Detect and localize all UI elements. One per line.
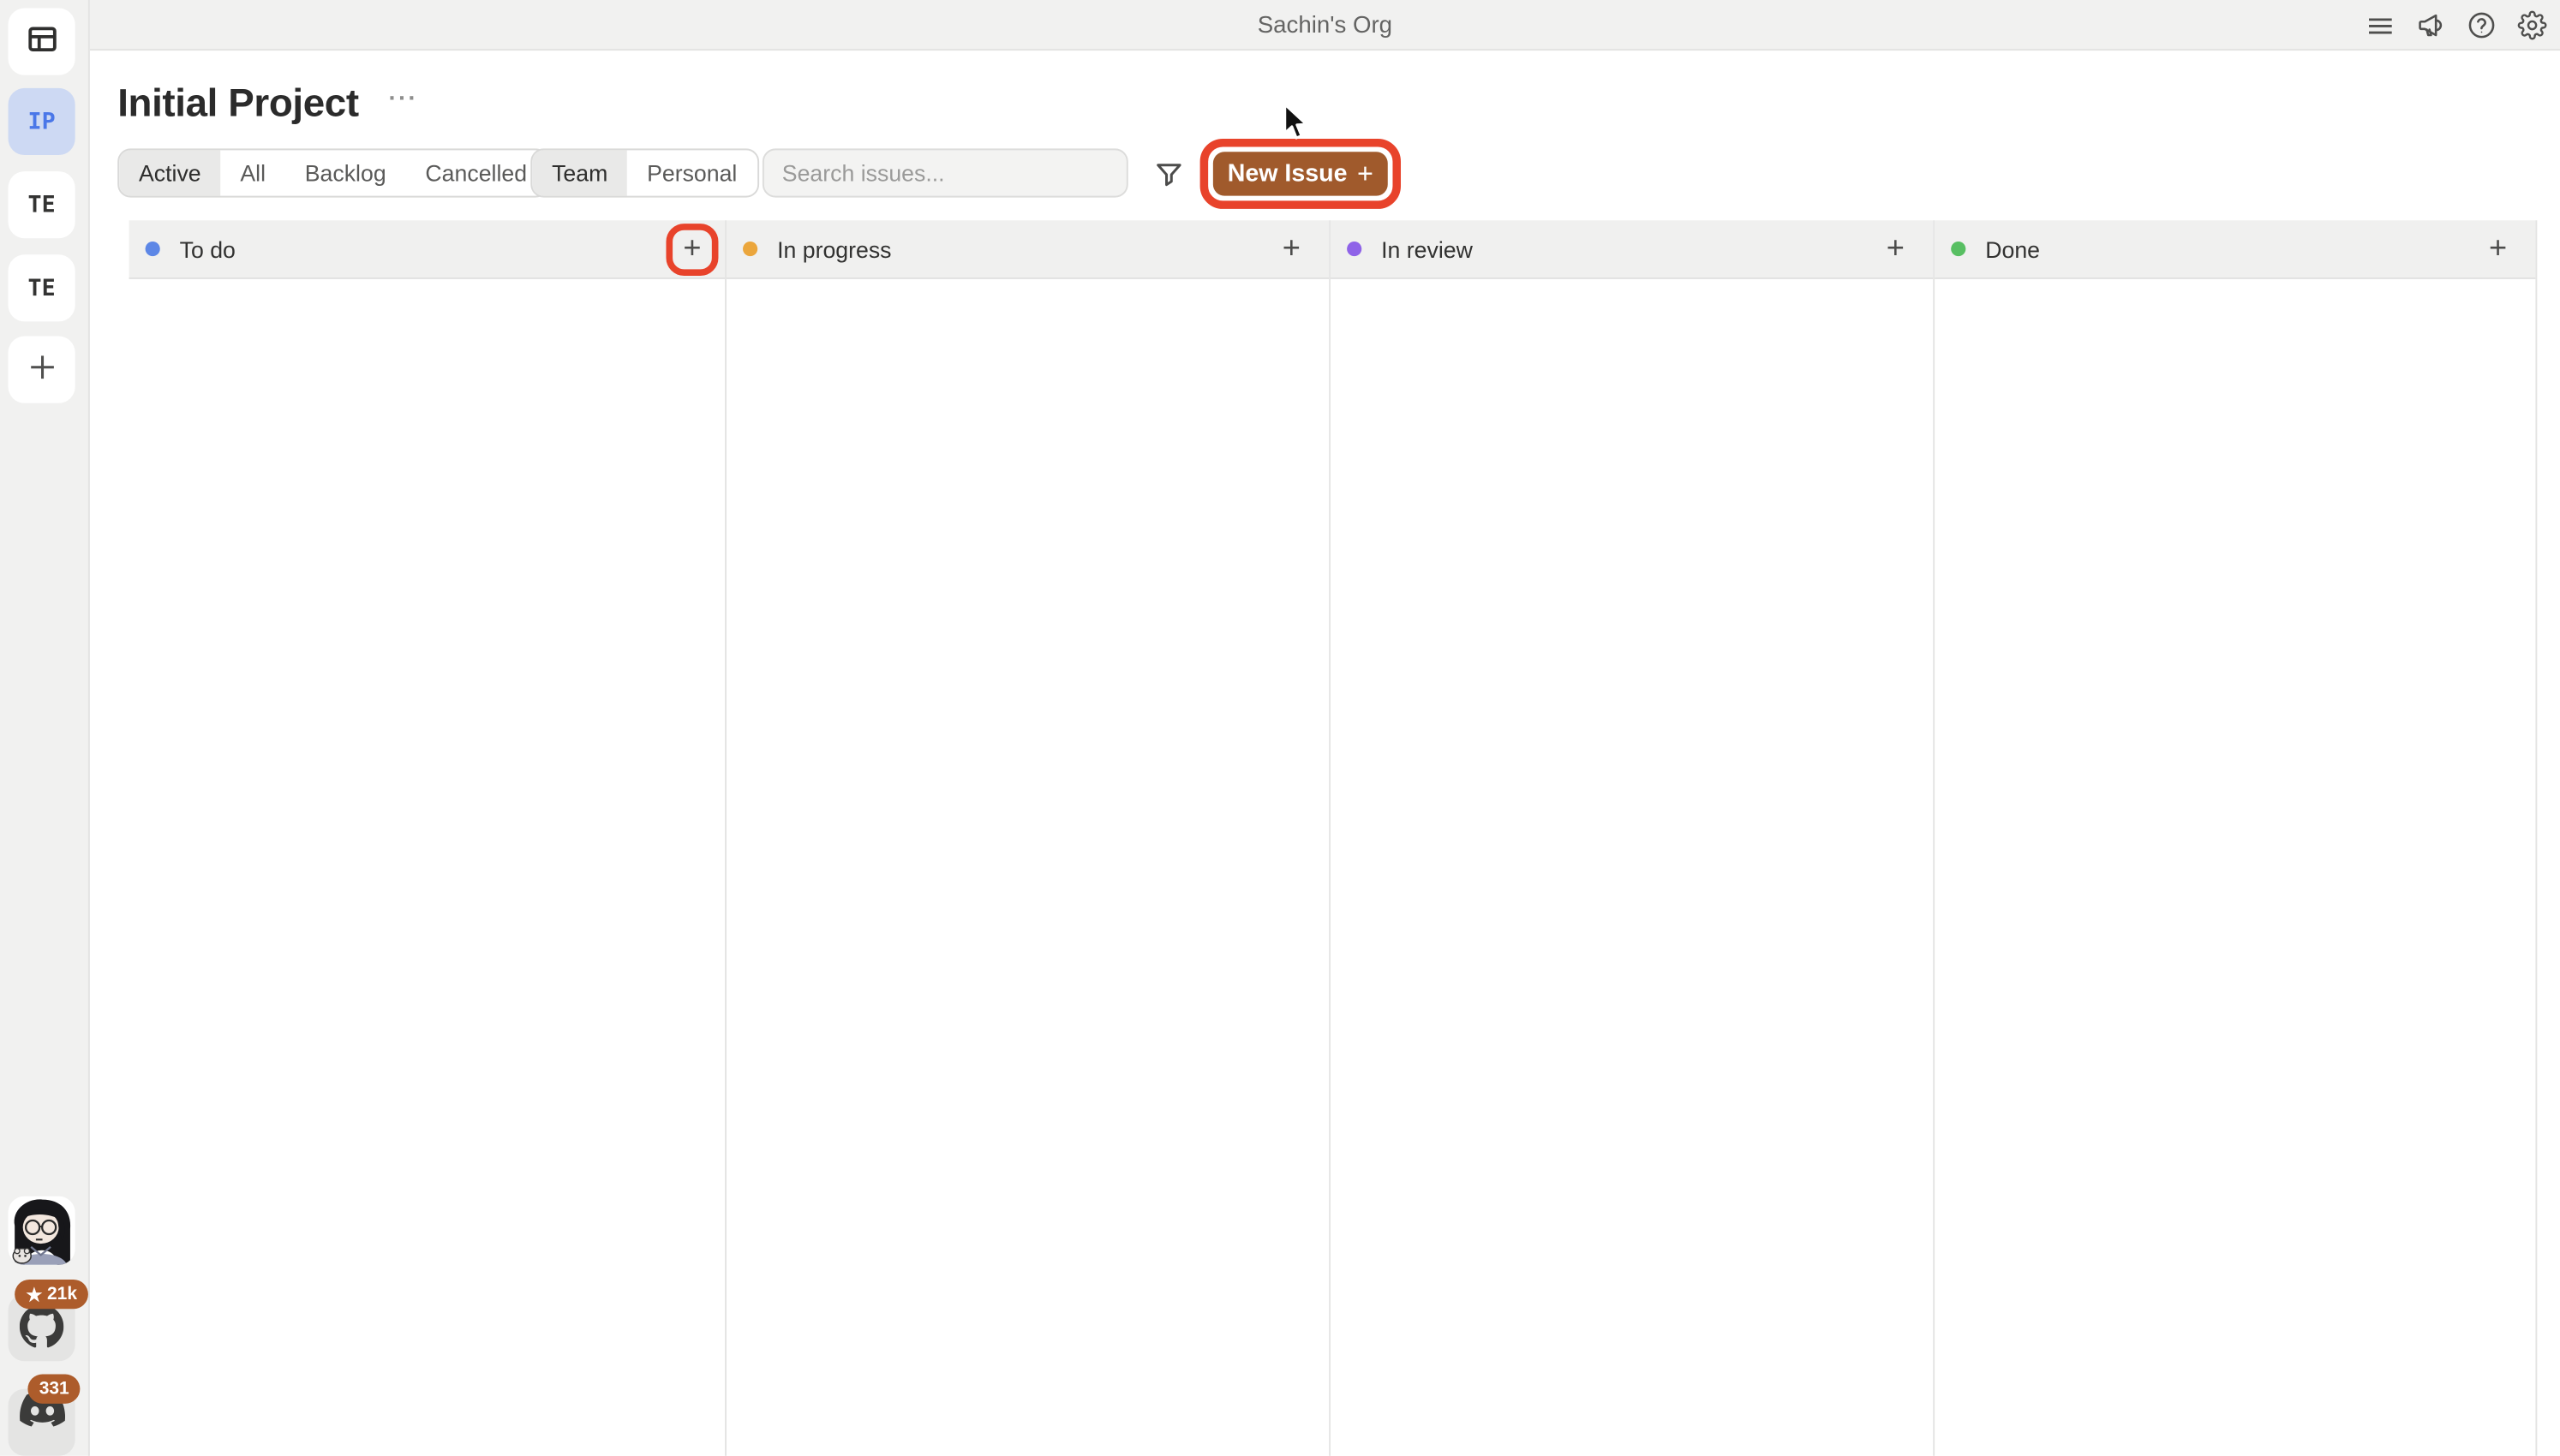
plus-icon: + (1283, 234, 1301, 265)
workbench-button[interactable] (9, 9, 75, 75)
column-label: In progress (777, 236, 891, 261)
filter-funnel-icon[interactable] (1152, 158, 1185, 191)
add-issue-todo-button[interactable]: + (674, 231, 710, 267)
column-header-todo: To do + (129, 220, 726, 279)
column-header-in-review: In review + (1331, 220, 1933, 279)
tab-team[interactable]: Team (532, 150, 627, 195)
settings-icon[interactable] (2517, 10, 2546, 39)
workspace-initials: IP (28, 109, 56, 134)
discord-members-count: 331 (39, 1379, 69, 1399)
plus-icon (26, 350, 58, 390)
org-title: Sachin's Org (90, 0, 2560, 51)
github-icon (20, 1304, 63, 1362)
github-stars-badge: ★ 21k (15, 1280, 88, 1309)
scope-filter-tabs: Team Personal (530, 148, 758, 197)
star-icon: ★ (26, 1284, 42, 1305)
github-stars-count: 21k (47, 1285, 77, 1304)
plus-icon: + (1357, 158, 1373, 190)
app-window: IP TE TE (0, 0, 2560, 1456)
add-issue-in-review-button[interactable]: + (1877, 231, 1913, 267)
add-issue-done-button[interactable]: + (2480, 231, 2516, 267)
layout-grid-icon (22, 19, 62, 64)
column-label: To do (180, 236, 236, 261)
search-input[interactable] (763, 148, 1128, 197)
status-dot-in-progress (743, 242, 757, 256)
announcements-icon[interactable] (2416, 10, 2445, 39)
discord-members-badge: 331 (27, 1375, 81, 1404)
new-issue-button[interactable]: New Issue + (1213, 152, 1388, 195)
menu-icon[interactable] (2366, 10, 2395, 39)
workspace-initials: TE (28, 275, 56, 301)
status-filter-tabs: Active All Backlog Cancelled (117, 148, 548, 197)
column-in-progress: In progress + (727, 220, 1331, 1456)
plus-icon: + (683, 234, 701, 265)
status-dot-in-review (1347, 242, 1361, 256)
column-header-done: Done + (1935, 220, 2535, 279)
new-issue-label: New Issue (1228, 160, 1348, 188)
tab-active[interactable]: Active (119, 150, 220, 195)
column-todo: To do + (129, 220, 727, 1456)
column-in-review: In review + (1331, 220, 1935, 1456)
sidebar-item-team-2[interactable]: TE (9, 254, 75, 321)
page-title: Initial Project (117, 81, 358, 127)
workspace-initials: TE (28, 192, 56, 218)
tab-backlog[interactable]: Backlog (285, 150, 406, 195)
help-icon[interactable] (2467, 10, 2496, 39)
sidebar: IP TE TE (0, 0, 90, 1456)
tab-all[interactable]: All (220, 150, 284, 195)
project-more-button[interactable]: ··· (389, 85, 418, 112)
column-header-in-progress: In progress + (727, 220, 1329, 279)
topbar: Sachin's Org (90, 0, 2560, 51)
column-label: Done (1985, 236, 2040, 261)
sidebar-item-team-1[interactable]: TE (9, 171, 75, 238)
add-issue-in-progress-button[interactable]: + (1273, 231, 1309, 267)
annotation-highlight-add-todo: + (666, 223, 718, 275)
plus-icon: + (2489, 234, 2507, 265)
column-label: In review (1381, 236, 1473, 261)
plus-icon: + (1887, 234, 1905, 265)
tab-personal[interactable]: Personal (627, 150, 757, 195)
kanban-board: To do + In progress + In review (129, 220, 2538, 1456)
sidebar-item-initial-project[interactable]: IP (9, 88, 75, 155)
status-dot-todo (146, 242, 160, 256)
mouse-cursor (1278, 103, 1314, 150)
add-workspace-button[interactable] (9, 337, 75, 403)
column-done: Done + (1935, 220, 2537, 1456)
status-dot-done (1951, 242, 1965, 256)
user-avatar[interactable] (9, 1196, 75, 1265)
tab-cancelled[interactable]: Cancelled (406, 150, 547, 195)
